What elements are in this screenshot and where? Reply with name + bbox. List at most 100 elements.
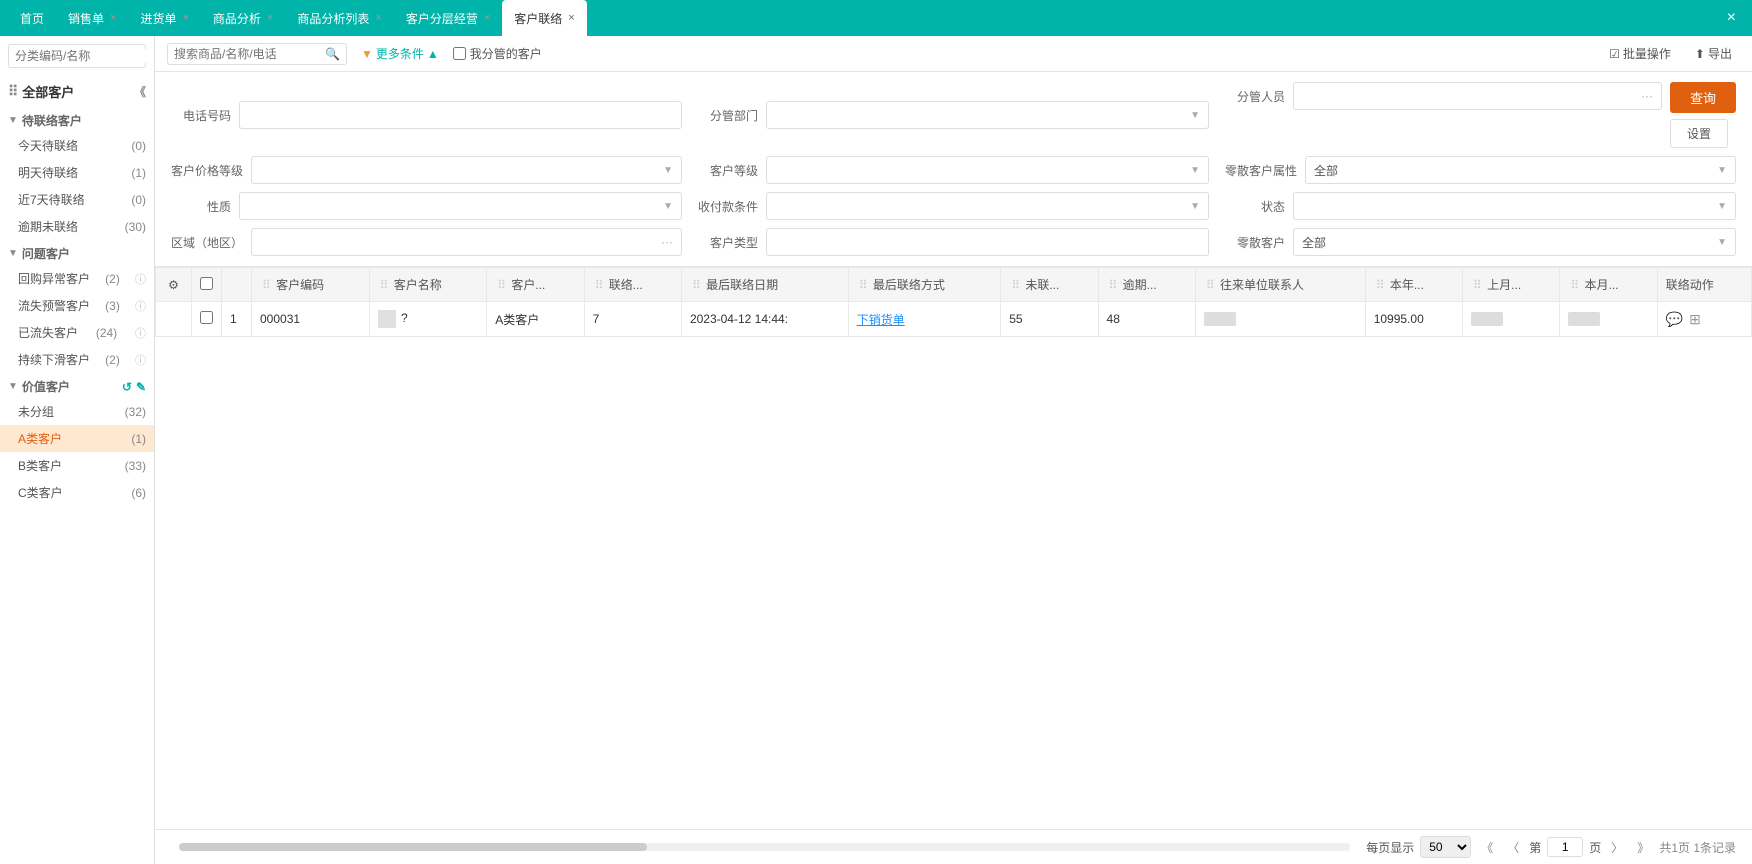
col-type[interactable]: ⠿ 客户...: [487, 268, 584, 302]
filter-customer-grade-select[interactable]: ▼: [766, 156, 1209, 184]
filter-person-input[interactable]: ···: [1293, 82, 1662, 110]
next-page-button[interactable]: 〉: [1607, 837, 1627, 858]
sidebar-item-type-a[interactable]: A类客户 (1): [0, 425, 154, 452]
col-contact[interactable]: ⠿ 联络...: [584, 268, 681, 302]
prev-page-button[interactable]: 〈: [1503, 837, 1523, 858]
row-last-method-link[interactable]: 下销货单: [857, 313, 905, 327]
row-checkbox[interactable]: [192, 302, 222, 337]
col-code[interactable]: ⠿ 客户编码: [252, 268, 370, 302]
filter-dept-select[interactable]: ▼: [766, 101, 1209, 129]
export-button[interactable]: ⬆ 导出: [1687, 42, 1740, 65]
select-all-checkbox[interactable]: [200, 277, 213, 290]
col-this-month-resize-icon: ⠿: [1570, 278, 1579, 292]
search-button[interactable]: 查询: [1670, 82, 1736, 113]
col-this-year[interactable]: ⠿ 本年...: [1365, 268, 1462, 302]
col-last-date[interactable]: ⠿ 最后联络日期: [681, 268, 848, 302]
toolbar-search-input[interactable]: [174, 47, 325, 61]
filter-nature-select[interactable]: ▼: [239, 192, 682, 220]
close-all-tabs-icon[interactable]: ×: [1719, 9, 1744, 27]
sidebar-item-declining[interactable]: 持续下滑客户 (2) ⓘ: [0, 346, 154, 373]
batch-ops-label: 批量操作: [1623, 45, 1671, 62]
close-purchase-tab-icon[interactable]: ×: [182, 12, 188, 24]
col-name[interactable]: ⠿ 客户名称: [369, 268, 487, 302]
close-analysis-list-tab-icon[interactable]: ×: [375, 12, 381, 24]
my-customers-checkbox-input[interactable]: [453, 47, 466, 60]
nav-tab-sales[interactable]: 销售单 ×: [56, 0, 128, 36]
col-last-method[interactable]: ⠿ 最后联络方式: [848, 268, 1000, 302]
scrollbar-thumb[interactable]: [179, 843, 647, 851]
export-label: 导出: [1708, 45, 1732, 62]
filter-payment-select[interactable]: ▼: [766, 192, 1209, 220]
per-page-select[interactable]: 50 100 200: [1420, 836, 1471, 858]
7day-pending-count: (0): [131, 193, 146, 207]
filter-status-chevron-icon: ▼: [1717, 201, 1727, 212]
row-last-method[interactable]: 下销货单: [848, 302, 1000, 337]
close-customer-contact-tab-icon[interactable]: ×: [568, 12, 574, 24]
col-settings[interactable]: ⚙: [156, 268, 192, 302]
filter-person-dots-icon[interactable]: ···: [1641, 89, 1653, 103]
close-analysis-tab-icon[interactable]: ×: [267, 12, 273, 24]
nav-tab-analysis[interactable]: 商品分析 ×: [201, 0, 285, 36]
nav-tab-analysis-list[interactable]: 商品分析列表 ×: [285, 0, 393, 36]
sidebar-search-box[interactable]: 🔍: [8, 44, 146, 68]
col-type-label: 客户...: [511, 278, 545, 292]
scrollbar-track[interactable]: [179, 843, 1350, 851]
nav-tab-customer-contact[interactable]: 客户联络 ×: [502, 0, 586, 36]
sidebar-item-tomorrow-pending[interactable]: 明天待联络 (1): [0, 159, 154, 186]
all-customers-header[interactable]: ⠿ 全部客户 《: [0, 76, 154, 107]
sidebar-item-churn-warning[interactable]: 流失预警客户 (3) ⓘ: [0, 292, 154, 319]
value-customers-refresh-icon[interactable]: ↺: [122, 380, 132, 394]
filter-scatter-attr-select[interactable]: 全部 ▼: [1305, 156, 1736, 184]
row-grid-icon[interactable]: ⊞: [1689, 311, 1701, 328]
my-customers-checkbox[interactable]: 我分管的客户: [453, 45, 542, 62]
declining-info-icon: ⓘ: [135, 352, 146, 368]
col-visits[interactable]: ⠿ 往来单位联系人: [1195, 268, 1365, 302]
filter-region-input[interactable]: ···: [251, 228, 682, 256]
filter-status-select[interactable]: ▼: [1293, 192, 1736, 220]
filter-phone-input[interactable]: [239, 101, 682, 129]
toolbar-search-box[interactable]: 🔍: [167, 43, 347, 65]
close-sales-tab-icon[interactable]: ×: [110, 12, 116, 24]
sidebar-item-type-b[interactable]: B类客户 (33): [0, 452, 154, 479]
value-customers-group[interactable]: ▼ 价值客户 ↺ ✎: [0, 373, 154, 398]
sidebar-item-churned[interactable]: 已流失客户 (24) ⓘ: [0, 319, 154, 346]
last-page-button[interactable]: 》: [1633, 837, 1653, 858]
col-not-linked[interactable]: ⠿ 未联...: [1001, 268, 1098, 302]
col-last-month[interactable]: ⠿ 上月...: [1463, 268, 1560, 302]
more-filters-button[interactable]: ▼ 更多条件 ▲: [355, 42, 445, 65]
sidebar-item-7day-pending[interactable]: 近7天待联络 (0): [0, 186, 154, 213]
sidebar-search-input[interactable]: [15, 49, 155, 63]
problem-customers-group[interactable]: ▼ 问题客户: [0, 240, 154, 265]
sidebar-item-today-pending[interactable]: 今天待联络 (0): [0, 132, 154, 159]
filter-customer-type-input[interactable]: [766, 228, 1209, 256]
col-checkbox-header[interactable]: [192, 268, 222, 302]
nav-tab-purchase[interactable]: 进货单 ×: [128, 0, 200, 36]
value-customers-edit-icon[interactable]: ✎: [136, 380, 146, 394]
pending-contact-group[interactable]: ▼ 待联络客户: [0, 107, 154, 132]
sidebar-item-type-c[interactable]: C类客户 (6): [0, 479, 154, 506]
filter-region-dots-icon[interactable]: ···: [661, 235, 673, 249]
filter-scatter-customer-select[interactable]: 全部 ▼: [1293, 228, 1736, 256]
sidebar-item-overdue-pending[interactable]: 逾期未联络 (30): [0, 213, 154, 240]
filter-price-grade-select[interactable]: ▼: [251, 156, 682, 184]
sidebar-item-repurchase-abnormal[interactable]: 回购异常客户 (2) ⓘ: [0, 265, 154, 292]
first-page-button[interactable]: 《: [1477, 837, 1497, 858]
col-overdue[interactable]: ⠿ 逾期...: [1098, 268, 1195, 302]
filter-arrow-icon: ▲: [427, 47, 439, 61]
row-comment-icon[interactable]: 💬: [1666, 311, 1683, 328]
col-this-month[interactable]: ⠿ 本月...: [1560, 268, 1657, 302]
row-select-checkbox[interactable]: [200, 311, 213, 324]
col-contact-resize-icon: ⠿: [595, 278, 604, 292]
sidebar-item-unclassified[interactable]: 未分组 (32): [0, 398, 154, 425]
nav-tab-customer-tier[interactable]: 客户分层经营 ×: [394, 0, 502, 36]
tomorrow-pending-count: (1): [131, 166, 146, 180]
close-customer-tier-tab-icon[interactable]: ×: [484, 12, 490, 24]
page-number-input[interactable]: [1547, 837, 1583, 857]
sidebar-collapse-icon[interactable]: 《: [134, 83, 146, 100]
settings-button[interactable]: 设置: [1670, 119, 1728, 148]
batch-ops-button[interactable]: ☑ 批量操作: [1601, 42, 1679, 65]
pending-contact-triangle-icon: ▼: [8, 115, 18, 126]
nav-home[interactable]: 首页: [8, 0, 56, 36]
filter-payment-chevron-icon: ▼: [1190, 201, 1200, 212]
horizontal-scrollbar[interactable]: [171, 843, 1358, 851]
